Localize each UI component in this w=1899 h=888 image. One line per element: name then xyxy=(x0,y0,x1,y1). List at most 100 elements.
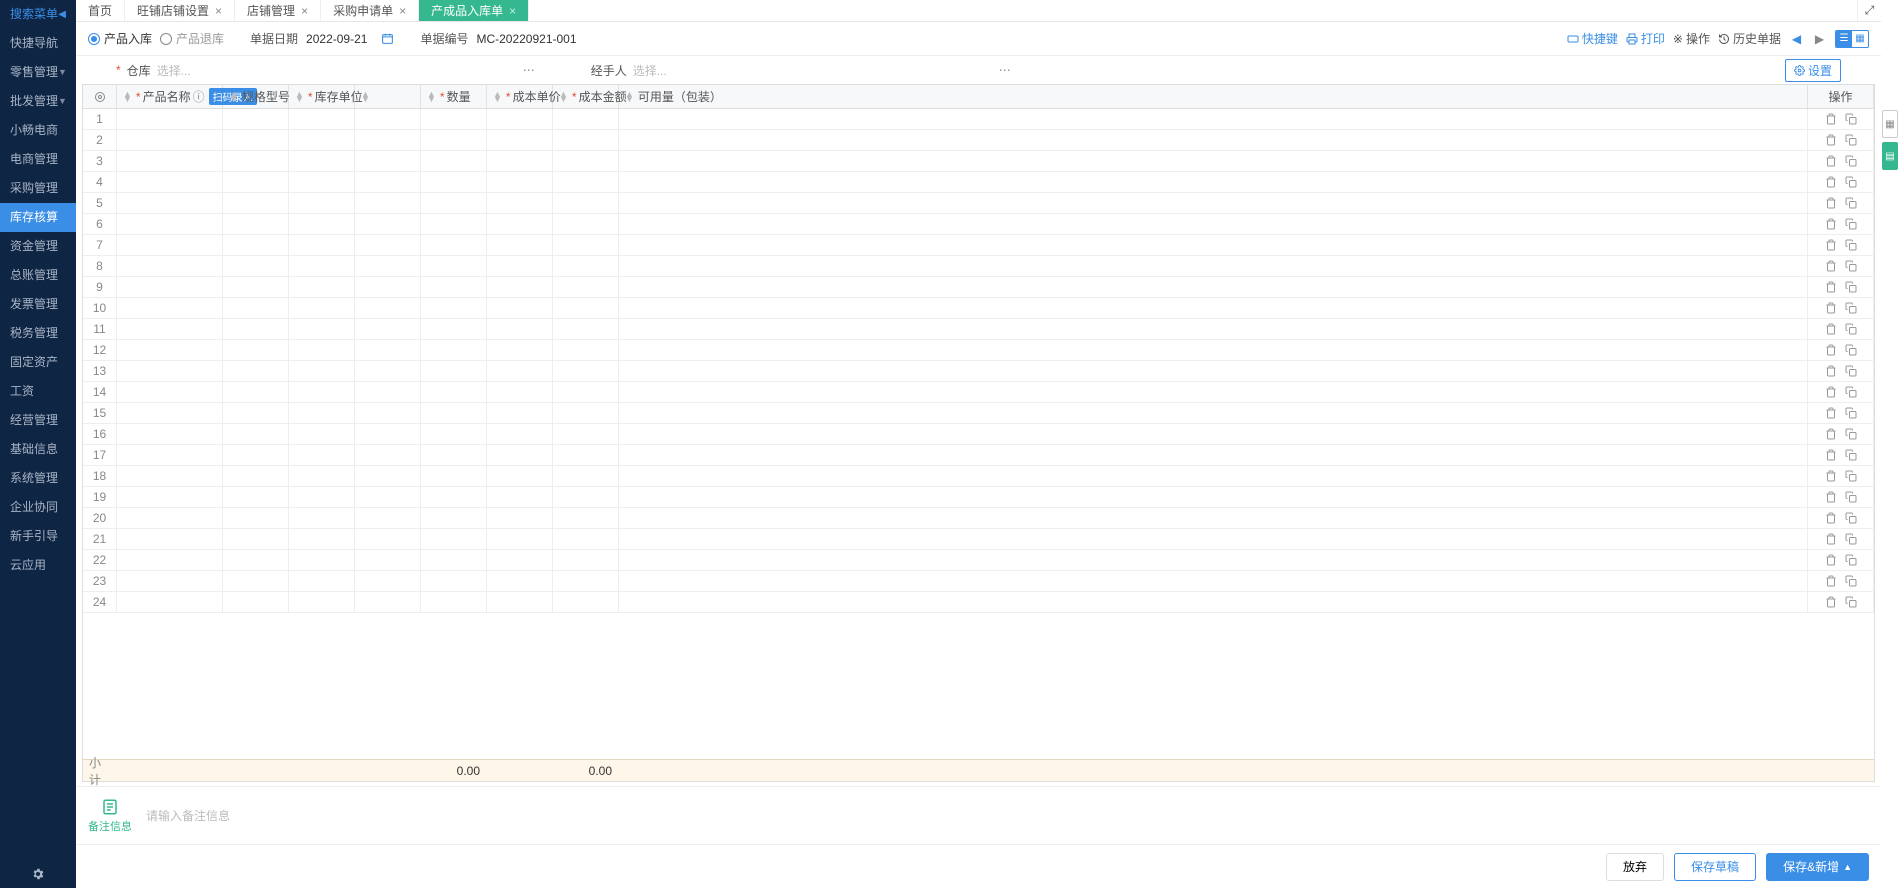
cell-avail[interactable] xyxy=(619,571,1808,591)
cell-price[interactable] xyxy=(487,508,553,528)
sidebar-item-8[interactable]: 总账管理 xyxy=(0,261,76,290)
cell-name[interactable] xyxy=(117,403,223,423)
view-grid-icon[interactable]: ▦ xyxy=(1852,31,1868,47)
cell-blank[interactable] xyxy=(355,529,421,549)
cell-qty[interactable] xyxy=(421,550,487,570)
sidebar-item-1[interactable]: 零售管理▼ xyxy=(0,58,76,87)
cell-spec[interactable] xyxy=(223,424,289,444)
copy-icon[interactable] xyxy=(1845,344,1857,356)
cell-spec[interactable] xyxy=(223,214,289,234)
delete-icon[interactable] xyxy=(1825,596,1837,608)
table-row[interactable]: 22 xyxy=(83,550,1874,571)
table-row[interactable]: 4 xyxy=(83,172,1874,193)
cell-avail[interactable] xyxy=(619,508,1808,528)
cell-unit[interactable] xyxy=(289,151,355,171)
cell-qty[interactable] xyxy=(421,319,487,339)
cell-spec[interactable] xyxy=(223,592,289,612)
cell-spec[interactable] xyxy=(223,130,289,150)
cell-qty[interactable] xyxy=(421,256,487,276)
cell-blank[interactable] xyxy=(355,424,421,444)
cell-blank[interactable] xyxy=(355,109,421,129)
cell-name[interactable] xyxy=(117,109,223,129)
table-row[interactable]: 14 xyxy=(83,382,1874,403)
calendar-icon[interactable] xyxy=(381,32,394,45)
table-row[interactable]: 23 xyxy=(83,571,1874,592)
copy-icon[interactable] xyxy=(1845,554,1857,566)
cell-amt[interactable] xyxy=(553,529,619,549)
cell-amt[interactable] xyxy=(553,277,619,297)
cell-unit[interactable] xyxy=(289,214,355,234)
cell-unit[interactable] xyxy=(289,550,355,570)
delete-icon[interactable] xyxy=(1825,554,1837,566)
cell-amt[interactable] xyxy=(553,487,619,507)
cell-price[interactable] xyxy=(487,550,553,570)
sidebar-item-13[interactable]: 经营管理 xyxy=(0,406,76,435)
cell-avail[interactable] xyxy=(619,466,1808,486)
copy-icon[interactable] xyxy=(1845,512,1857,524)
cell-qty[interactable] xyxy=(421,130,487,150)
cell-qty[interactable] xyxy=(421,277,487,297)
cell-amt[interactable] xyxy=(553,361,619,381)
table-row[interactable]: 3 xyxy=(83,151,1874,172)
cell-avail[interactable] xyxy=(619,487,1808,507)
delete-icon[interactable] xyxy=(1825,365,1837,377)
cell-name[interactable] xyxy=(117,424,223,444)
radio-product-in[interactable]: 产品入库 xyxy=(88,30,152,47)
delete-icon[interactable] xyxy=(1825,176,1837,188)
copy-icon[interactable] xyxy=(1845,113,1857,125)
cell-price[interactable] xyxy=(487,214,553,234)
cell-spec[interactable] xyxy=(223,466,289,486)
col-qty[interactable]: ▲▼* 数量 xyxy=(421,85,487,108)
sidebar-search[interactable]: 搜索菜单 ◀ xyxy=(0,0,76,29)
cell-avail[interactable] xyxy=(619,382,1808,402)
col-product-name[interactable]: ▲▼* 产品名称ⓘ 扫码录入 xyxy=(117,85,223,108)
table-row[interactable]: 7 xyxy=(83,235,1874,256)
cell-amt[interactable] xyxy=(553,424,619,444)
cell-blank[interactable] xyxy=(355,382,421,402)
cell-name[interactable] xyxy=(117,571,223,591)
cell-unit[interactable] xyxy=(289,382,355,402)
copy-icon[interactable] xyxy=(1845,365,1857,377)
cell-amt[interactable] xyxy=(553,151,619,171)
cell-amt[interactable] xyxy=(553,256,619,276)
delete-icon[interactable] xyxy=(1825,260,1837,272)
cell-unit[interactable] xyxy=(289,403,355,423)
table-row[interactable]: 24 xyxy=(83,592,1874,613)
cell-qty[interactable] xyxy=(421,235,487,255)
cell-avail[interactable] xyxy=(619,550,1808,570)
col-price[interactable]: ▲▼* 成本单价 xyxy=(487,85,553,108)
collapse-icon[interactable]: ◀ xyxy=(58,0,66,29)
copy-icon[interactable] xyxy=(1845,470,1857,482)
delete-icon[interactable] xyxy=(1825,575,1837,587)
cell-amt[interactable] xyxy=(553,550,619,570)
cell-blank[interactable] xyxy=(355,130,421,150)
table-row[interactable]: 17 xyxy=(83,445,1874,466)
delete-icon[interactable] xyxy=(1825,470,1837,482)
cell-avail[interactable] xyxy=(619,256,1808,276)
abandon-button[interactable]: 放弃 xyxy=(1606,853,1664,881)
cell-name[interactable] xyxy=(117,550,223,570)
cell-spec[interactable] xyxy=(223,151,289,171)
cell-spec[interactable] xyxy=(223,319,289,339)
cell-price[interactable] xyxy=(487,466,553,486)
cell-qty[interactable] xyxy=(421,172,487,192)
remark-input[interactable]: 请输入备注信息 xyxy=(146,801,1426,830)
cell-unit[interactable] xyxy=(289,319,355,339)
cell-name[interactable] xyxy=(117,151,223,171)
cell-avail[interactable] xyxy=(619,130,1808,150)
copy-icon[interactable] xyxy=(1845,260,1857,272)
cell-avail[interactable] xyxy=(619,340,1808,360)
table-row[interactable]: 19 xyxy=(83,487,1874,508)
cell-name[interactable] xyxy=(117,214,223,234)
sidebar-item-7[interactable]: 资金管理 xyxy=(0,232,76,261)
col-available[interactable]: ▲▼ 可用量（包装） xyxy=(619,85,1808,108)
cell-spec[interactable] xyxy=(223,172,289,192)
cell-price[interactable] xyxy=(487,382,553,402)
cell-price[interactable] xyxy=(487,151,553,171)
cell-blank[interactable] xyxy=(355,256,421,276)
settings-gear-icon[interactable] xyxy=(0,859,76,888)
cell-avail[interactable] xyxy=(619,109,1808,129)
cell-blank[interactable] xyxy=(355,193,421,213)
table-row[interactable]: 20 xyxy=(83,508,1874,529)
tab-4[interactable]: 产成品入库单× xyxy=(419,0,529,21)
